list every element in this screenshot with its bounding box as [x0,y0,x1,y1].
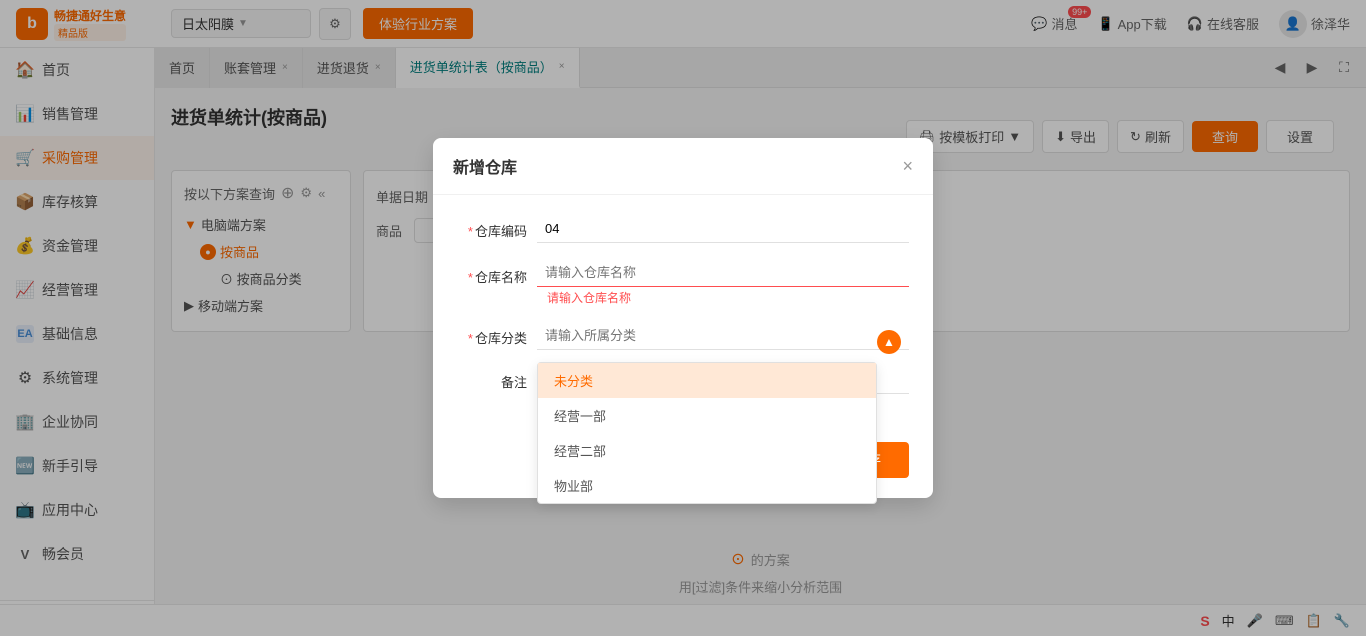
dialog-body: *仓库编码 *仓库名称 请输入仓库名称 *仓库分类 [433,195,933,430]
dialog-header: 新增仓库 × [433,138,933,195]
category-dropdown-list: 未分类 经营一部 经营二部 物业部 [537,362,877,504]
code-label: *仓库编码 [457,215,537,240]
dropdown-item-property[interactable]: 物业部 [538,468,876,503]
remark-label: 备注 [457,366,537,391]
category-input-wrap: ▲ 未分类 经营一部 经营二部 物业部 [537,322,909,350]
dialog-close-button[interactable]: × [902,157,913,175]
code-input[interactable] [537,215,909,243]
dropdown-item-unclassified[interactable]: 未分类 [538,363,876,398]
name-label: *仓库名称 [457,261,537,286]
dialog-title: 新增仓库 [453,154,517,178]
category-dropdown-toggle[interactable]: ▲ [877,330,901,354]
category-input[interactable] [537,322,909,350]
dropdown-item-dept2[interactable]: 经营二部 [538,433,876,468]
form-row-category: *仓库分类 ▲ 未分类 经营一部 经营二部 物业部 [457,322,909,350]
new-warehouse-dialog: 新增仓库 × *仓库编码 *仓库名称 请输入仓库名称 [433,138,933,498]
name-input[interactable] [537,259,909,287]
name-error-msg: 请输入仓库名称 [547,289,631,306]
form-row-name: *仓库名称 请输入仓库名称 [457,259,909,306]
dialog-overlay: 新增仓库 × *仓库编码 *仓库名称 请输入仓库名称 [0,0,1366,636]
dropdown-item-dept1[interactable]: 经营一部 [538,398,876,433]
form-row-code: *仓库编码 [457,215,909,243]
category-label: *仓库分类 [457,322,537,347]
